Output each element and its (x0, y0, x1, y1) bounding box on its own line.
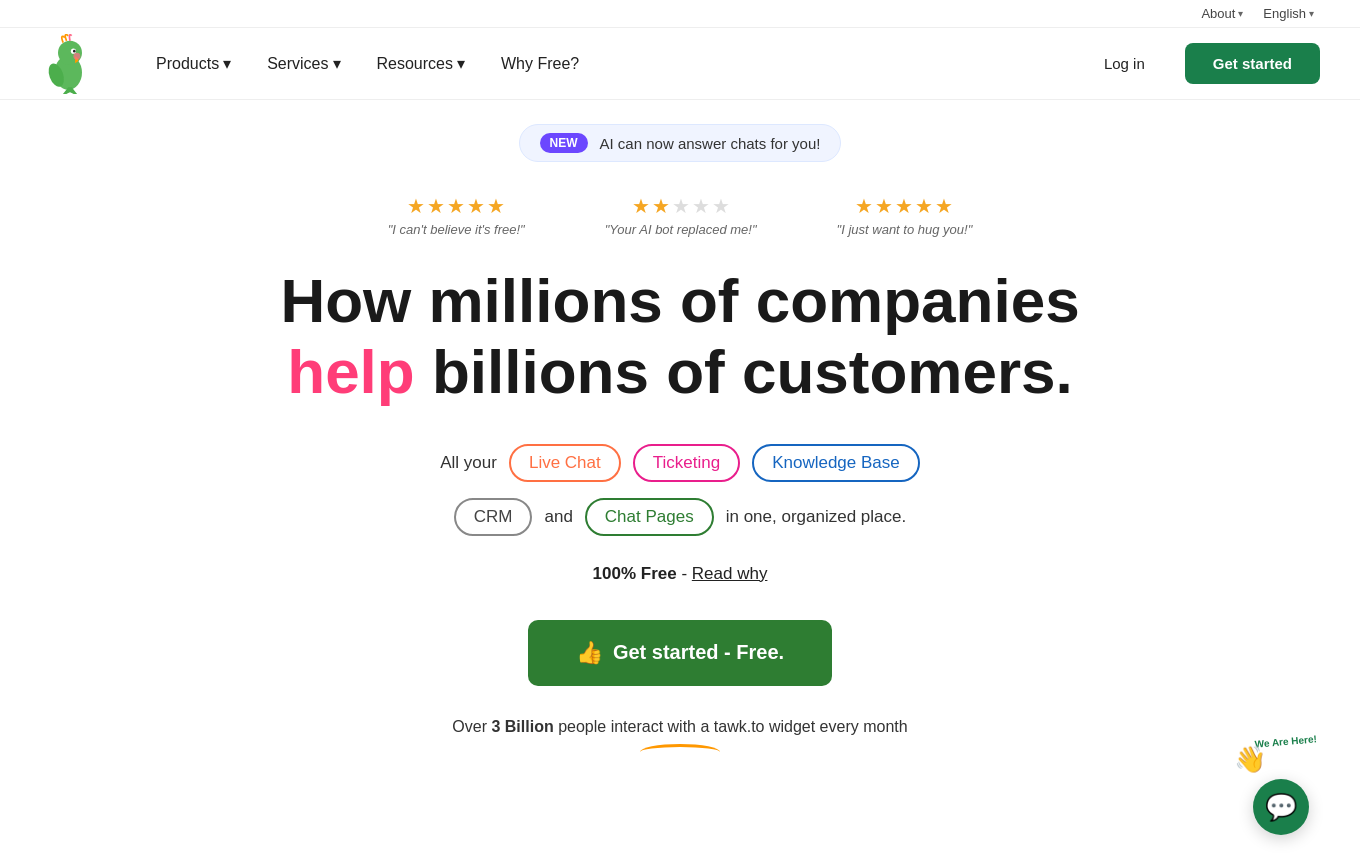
star-icon: ★ (467, 194, 485, 218)
chat-widget[interactable]: We Are Here! 👋 💬 (1226, 725, 1336, 835)
nav-why-free-label: Why Free? (501, 55, 579, 73)
and-text: and (544, 507, 572, 527)
review-text-1: "I can't believe it's free!" (388, 222, 525, 237)
billion-number: 3 Billion (491, 718, 553, 735)
review-1: ★ ★ ★ ★ ★ "I can't believe it's free!" (388, 194, 525, 237)
stars-1: ★ ★ ★ ★ ★ (407, 194, 505, 218)
hero-highlight: help (287, 337, 414, 406)
chat-icon: 💬 (1265, 792, 1297, 823)
billion-text: Over 3 Billion people interact with a ta… (452, 718, 907, 736)
billion-prefix: Over (452, 718, 487, 735)
pill-chat-pages[interactable]: Chat Pages (585, 498, 714, 536)
nav-resources[interactable]: Resources ▾ (361, 46, 481, 81)
logo[interactable] (40, 34, 100, 94)
pills-row-2: CRM and Chat Pages in one, organized pla… (454, 498, 906, 536)
pills-row-1: All your Live Chat Ticketing Knowledge B… (440, 444, 920, 482)
hero-heading: How millions of companies help billions … (280, 265, 1079, 408)
star-icon: ★ (895, 194, 913, 218)
star-icon: ★ (855, 194, 873, 218)
nav-links: Products ▾ Services ▾ Resources ▾ Why Fr… (140, 46, 1080, 81)
review-3: ★ ★ ★ ★ ★ "I just want to hug you!" (837, 194, 973, 237)
chat-bubble-button[interactable]: 💬 (1253, 779, 1309, 835)
language-menu[interactable]: English ▾ (1257, 4, 1320, 23)
products-chevron-icon: ▾ (223, 54, 231, 73)
login-button[interactable]: Log in (1080, 45, 1169, 82)
about-label: About (1201, 6, 1235, 21)
navbar: Products ▾ Services ▾ Resources ▾ Why Fr… (0, 28, 1360, 100)
about-chevron-icon: ▾ (1238, 8, 1243, 19)
language-label: English (1263, 6, 1306, 21)
review-text-2: "Your AI bot replaced me!" (605, 222, 757, 237)
star-icon: ★ (407, 194, 425, 218)
star-icon: ★ (447, 194, 465, 218)
star-icon: ★ (672, 194, 690, 218)
main-content: NEW AI can now answer chats for you! ★ ★… (0, 100, 1360, 800)
svg-point-4 (73, 52, 80, 59)
topbar: About ▾ English ▾ (0, 0, 1360, 28)
star-icon: ★ (712, 194, 730, 218)
star-icon: ★ (652, 194, 670, 218)
cta-label: Get started - Free. (613, 641, 784, 664)
dash: - (681, 564, 691, 583)
banner-message: AI can now answer chats for you! (600, 135, 821, 152)
nav-why-free[interactable]: Why Free? (485, 47, 595, 81)
review-text-3: "I just want to hug you!" (837, 222, 973, 237)
wave-hand-icon: 👋 (1234, 744, 1266, 775)
thumbs-up-icon: 👍 (576, 640, 603, 666)
star-icon: ★ (632, 194, 650, 218)
star-icon: ★ (692, 194, 710, 218)
nav-resources-label: Resources (377, 55, 453, 73)
logo-icon (40, 34, 100, 94)
nav-actions: Log in Get started (1080, 43, 1320, 84)
review-2: ★ ★ ★ ★ ★ "Your AI bot replaced me!" (605, 194, 757, 237)
free-label: 100% Free (593, 564, 677, 583)
star-icon: ★ (875, 194, 893, 218)
nav-products-label: Products (156, 55, 219, 73)
stars-2: ★ ★ ★ ★ ★ (632, 194, 730, 218)
star-icon: ★ (935, 194, 953, 218)
pill-ticketing[interactable]: Ticketing (633, 444, 740, 482)
nav-products[interactable]: Products ▾ (140, 46, 247, 81)
svg-point-3 (73, 49, 76, 52)
nav-services-label: Services (267, 55, 328, 73)
svg-point-1 (58, 40, 82, 64)
services-chevron-icon: ▾ (333, 54, 341, 73)
pill-crm[interactable]: CRM (454, 498, 533, 536)
wave-indicator (640, 744, 720, 760)
nav-services[interactable]: Services ▾ (251, 46, 356, 81)
billion-suffix: people interact with a tawk.to widget ev… (558, 718, 908, 735)
star-icon: ★ (487, 194, 505, 218)
cta-button[interactable]: 👍 Get started - Free. (528, 620, 832, 686)
read-why-link[interactable]: Read why (692, 564, 768, 583)
free-text: 100% Free - Read why (593, 564, 768, 584)
reviews-section: ★ ★ ★ ★ ★ "I can't believe it's free!" ★… (388, 194, 973, 237)
stars-3: ★ ★ ★ ★ ★ (855, 194, 953, 218)
star-icon: ★ (427, 194, 445, 218)
pills-container: All your Live Chat Ticketing Knowledge B… (440, 444, 920, 536)
new-badge: NEW (540, 133, 588, 153)
language-chevron-icon: ▾ (1309, 8, 1314, 19)
hero-line1: How millions of companies (280, 266, 1079, 335)
new-banner[interactable]: NEW AI can now answer chats for you! (519, 124, 842, 162)
pill-live-chat[interactable]: Live Chat (509, 444, 621, 482)
star-icon: ★ (915, 194, 933, 218)
all-your-text: All your (440, 453, 497, 473)
suffix-text: in one, organized place. (726, 507, 907, 527)
about-menu[interactable]: About ▾ (1195, 4, 1249, 23)
hero-title: How millions of companies help billions … (280, 265, 1079, 408)
pill-knowledge-base[interactable]: Knowledge Base (752, 444, 920, 482)
resources-chevron-icon: ▾ (457, 54, 465, 73)
get-started-nav-button[interactable]: Get started (1185, 43, 1320, 84)
hero-line2: billions of customers. (432, 337, 1073, 406)
